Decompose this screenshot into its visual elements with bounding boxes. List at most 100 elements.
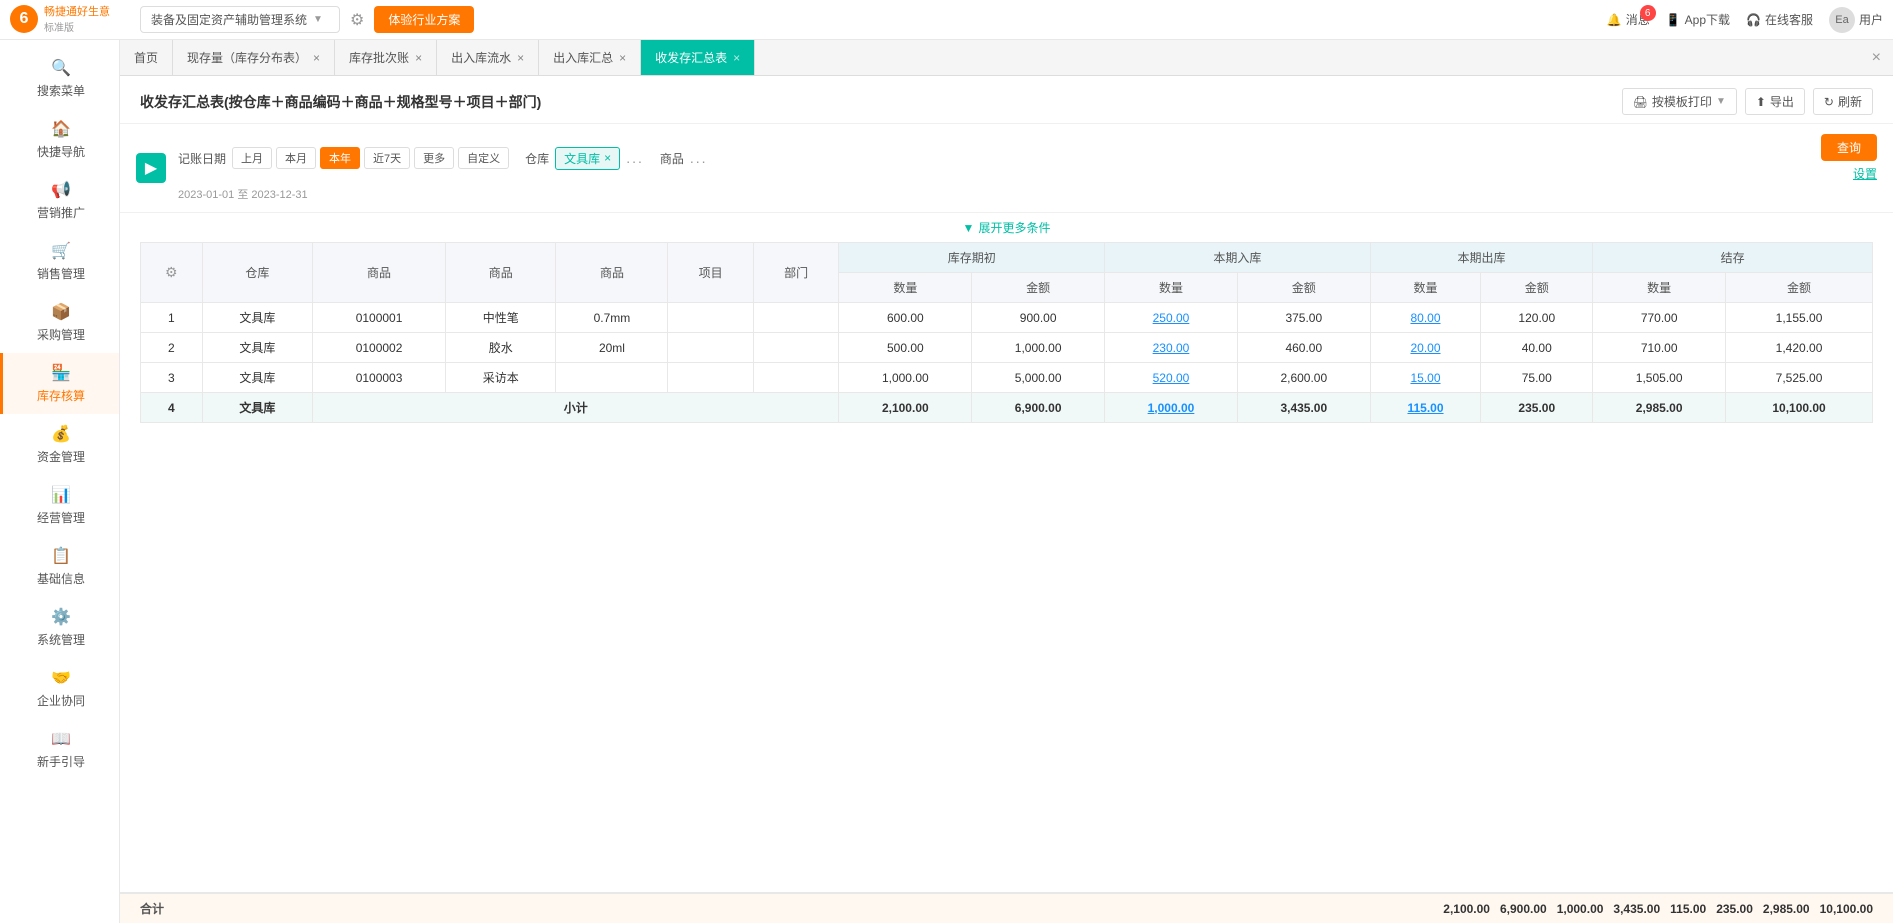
row-no: 2 xyxy=(141,333,203,363)
row-no: 1 xyxy=(141,303,203,333)
subtotal-no: 4 xyxy=(141,393,203,423)
date-btn-this-year[interactable]: 本年 xyxy=(320,147,360,169)
th-in-group: 本期入库 xyxy=(1105,243,1371,273)
tab-in-out-summary[interactable]: 出入库汇总 × xyxy=(539,40,641,76)
total-out-qty: 115.00 xyxy=(1670,902,1706,916)
close-icon[interactable]: × xyxy=(517,51,524,65)
query-button[interactable]: 查询 xyxy=(1821,134,1877,161)
export-button[interactable]: ⬆ 导出 xyxy=(1745,88,1805,115)
date-btn-more[interactable]: 更多 xyxy=(414,147,454,169)
close-all-tabs-button[interactable]: × xyxy=(1860,49,1893,67)
user-menu[interactable]: Ea 用户 xyxy=(1829,7,1883,33)
warehouse-tag-close[interactable]: × xyxy=(604,151,611,165)
th-settings[interactable]: ⚙ xyxy=(141,243,203,303)
sidebar-item-search[interactable]: 🔍 搜索菜单 xyxy=(0,48,119,109)
table-row: 3 文具库 0100003 采访本 1,000.00 5,000.00 520.… xyxy=(141,363,1873,393)
th-out-group: 本期出库 xyxy=(1370,243,1593,273)
online-service-label: 在线客服 xyxy=(1765,11,1813,28)
refresh-label: 刷新 xyxy=(1838,93,1862,110)
goods-more[interactable]: ... xyxy=(690,150,708,166)
tab-in-out-flow[interactable]: 出入库流水 × xyxy=(437,40,539,76)
row-in-qty[interactable]: 230.00 xyxy=(1105,333,1238,363)
sidebar-item-enterprise[interactable]: 🤝 企业协同 xyxy=(0,658,119,719)
th-out-qty: 数量 xyxy=(1370,273,1481,303)
close-icon[interactable]: × xyxy=(415,51,422,65)
expand-conditions-button[interactable]: ▼ 展开更多条件 xyxy=(963,219,1051,236)
sidebar-item-inventory[interactable]: 🏪 库存核算 xyxy=(0,353,119,414)
close-icon[interactable]: × xyxy=(313,51,320,65)
total-out-amt: 235.00 xyxy=(1716,902,1753,916)
th-open-qty: 数量 xyxy=(839,273,972,303)
subtotal-in-qty[interactable]: 1,000.00 xyxy=(1105,393,1238,423)
sidebar-item-purchase[interactable]: 📦 采购管理 xyxy=(0,292,119,353)
subtotal-bal-qty: 2,985.00 xyxy=(1593,393,1726,423)
close-icon[interactable]: × xyxy=(619,51,626,65)
chevron-down-icon: ▼ xyxy=(313,14,323,25)
row-warehouse: 文具库 xyxy=(202,333,313,363)
subtotal-in-amt: 3,435.00 xyxy=(1237,393,1370,423)
list-icon: 📋 xyxy=(51,546,71,566)
row-in-qty[interactable]: 520.00 xyxy=(1105,363,1238,393)
row-out-qty[interactable]: 20.00 xyxy=(1370,333,1481,363)
chevron-down-icon: ▼ xyxy=(963,221,975,235)
th-opening-group: 库存期初 xyxy=(839,243,1105,273)
row-dept xyxy=(753,303,839,333)
sidebar-item-system[interactable]: ⚙️ 系统管理 xyxy=(0,597,119,658)
filter-toggle-button[interactable]: ▶ xyxy=(136,153,166,183)
row-dept xyxy=(753,333,839,363)
row-out-amt: 120.00 xyxy=(1481,303,1593,333)
sidebar-item-quick[interactable]: 🏠 快捷导航 xyxy=(0,109,119,170)
sidebar-item-label: 库存核算 xyxy=(37,387,85,404)
messages-button[interactable]: 🔔 消息 6 xyxy=(1607,11,1650,28)
sidebar-item-operation[interactable]: 📊 经营管理 xyxy=(0,475,119,536)
row-in-qty[interactable]: 250.00 xyxy=(1105,303,1238,333)
row-bal-amt: 7,525.00 xyxy=(1726,363,1873,393)
sidebar-item-sales[interactable]: 🛒 销售管理 xyxy=(0,231,119,292)
sidebar-item-label: 营销推广 xyxy=(37,204,85,221)
refresh-icon: ↻ xyxy=(1824,95,1834,109)
sidebar-item-guide[interactable]: 📖 新手引导 xyxy=(0,719,119,780)
row-out-amt: 40.00 xyxy=(1481,333,1593,363)
date-btn-last-month[interactable]: 上月 xyxy=(232,147,272,169)
date-buttons: 上月 本月 本年 近7天 更多 自定义 xyxy=(232,147,509,169)
book-icon: 📖 xyxy=(51,729,71,749)
sidebar-item-label: 采购管理 xyxy=(37,326,85,343)
cart-icon: 🛒 xyxy=(51,241,71,261)
search-icon: 🔍 xyxy=(51,58,71,78)
tab-batch[interactable]: 库存批次账 × xyxy=(335,40,437,76)
row-in-amt: 375.00 xyxy=(1237,303,1370,333)
subtotal-out-amt: 235.00 xyxy=(1481,393,1593,423)
row-open-amt: 900.00 xyxy=(972,303,1105,333)
table-settings-icon[interactable]: ⚙ xyxy=(165,264,178,280)
sidebar-item-label: 经营管理 xyxy=(37,509,85,526)
sidebar-item-marketing[interactable]: 📢 营销推广 xyxy=(0,170,119,231)
date-btn-this-month[interactable]: 本月 xyxy=(276,147,316,169)
sidebar-item-basic[interactable]: 📋 基础信息 xyxy=(0,536,119,597)
tab-home[interactable]: 首页 xyxy=(120,40,173,76)
date-btn-custom[interactable]: 自定义 xyxy=(458,147,509,169)
row-out-qty[interactable]: 80.00 xyxy=(1370,303,1481,333)
row-out-qty[interactable]: 15.00 xyxy=(1370,363,1481,393)
row-name: 采访本 xyxy=(445,363,556,393)
print-button[interactable]: 🖨 按模板打印 ▼ xyxy=(1622,88,1737,115)
sidebar-item-label: 销售管理 xyxy=(37,265,85,282)
main-area: 首页 现存量（库存分布表） × 库存批次账 × 出入库流水 × 出入库汇总 × … xyxy=(120,40,1893,923)
tab-stock-dist[interactable]: 现存量（库存分布表） × xyxy=(173,40,335,76)
row-warehouse: 文具库 xyxy=(202,303,313,333)
online-service-button[interactable]: 🎧 在线客服 xyxy=(1746,11,1813,28)
tab-recv-summary[interactable]: 收发存汇总表 × xyxy=(641,40,755,76)
settings-link[interactable]: 设置 xyxy=(1853,165,1877,182)
close-icon[interactable]: × xyxy=(733,51,740,65)
warehouse-more[interactable]: ... xyxy=(626,150,644,166)
subtotal-out-qty[interactable]: 115.00 xyxy=(1370,393,1481,423)
refresh-button[interactable]: ↻ 刷新 xyxy=(1813,88,1873,115)
app-download-button[interactable]: 📱 App下载 xyxy=(1666,11,1730,28)
trial-button[interactable]: 体验行业方案 xyxy=(374,6,474,33)
printer-icon: 🖨 xyxy=(1633,95,1648,109)
gear-icon[interactable]: ⚙ xyxy=(350,10,364,30)
date-btn-7days[interactable]: 近7天 xyxy=(364,147,410,169)
sidebar-item-finance[interactable]: 💰 资金管理 xyxy=(0,414,119,475)
system-name[interactable]: 装备及固定资产辅助管理系统 ▼ xyxy=(140,6,340,33)
chevron-down-icon: ▼ xyxy=(1716,96,1726,107)
subtotal-bal-amt: 10,100.00 xyxy=(1726,393,1873,423)
